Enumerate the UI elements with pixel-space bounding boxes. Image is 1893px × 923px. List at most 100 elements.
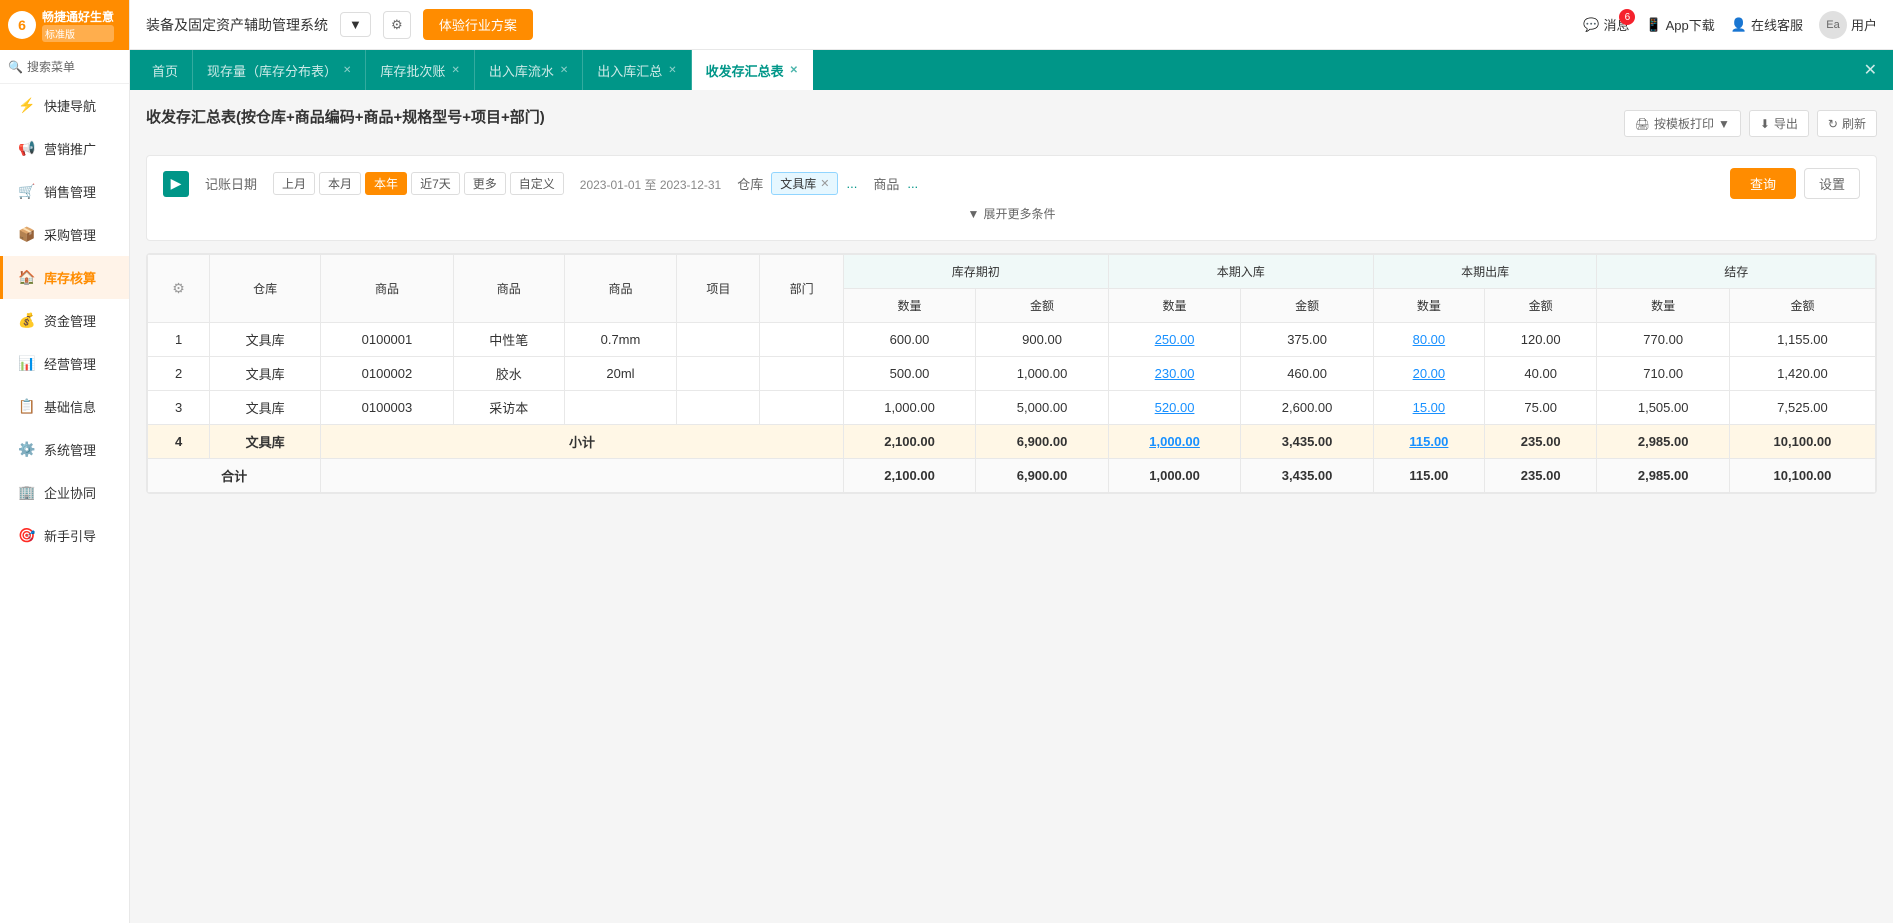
sidebar-item-newbie[interactable]: 🎯 新手引导	[0, 514, 129, 557]
sidebar-item-finance[interactable]: 💰 资金管理	[0, 299, 129, 342]
goods-more-btn[interactable]: ...	[907, 176, 918, 191]
row-goods-code: 0100002	[321, 357, 454, 391]
sidebar-item-label: 资金管理	[44, 311, 96, 330]
tab-inout-summary-close[interactable]: ✕	[668, 65, 676, 76]
subtotal-in-qty[interactable]: 1,000.00	[1108, 425, 1241, 459]
th-in-qty: 数量	[1108, 289, 1241, 323]
th-col-settings[interactable]: ⚙	[148, 255, 210, 323]
message-icon: 💬	[1583, 17, 1599, 33]
user-menu[interactable]: Ea 用户	[1819, 11, 1877, 39]
sidebar-item-operations[interactable]: 📊 经营管理	[0, 342, 129, 385]
row-opening-qty: 500.00	[843, 357, 976, 391]
subtotal-out-qty[interactable]: 115.00	[1373, 425, 1484, 459]
sidebar-item-label: 采购管理	[44, 225, 96, 244]
sidebar-item-system[interactable]: ⚙️ 系统管理	[0, 428, 129, 471]
total-closing-qty: 2,985.00	[1597, 459, 1730, 493]
in-qty-link[interactable]: 520.00	[1155, 400, 1195, 415]
th-goods-name: 商品	[453, 255, 564, 323]
in-qty-link[interactable]: 230.00	[1155, 366, 1195, 381]
export-btn[interactable]: ⬇ 导出	[1749, 110, 1809, 137]
tab-batch-label: 库存批次账	[380, 61, 445, 80]
sidebar-item-quick-nav[interactable]: ⚡ 快捷导航	[0, 84, 129, 127]
chevron-down-icon: ▼	[1718, 117, 1730, 131]
row-closing-amt: 1,155.00	[1729, 323, 1875, 357]
message-badge: 6	[1619, 9, 1635, 25]
logo-text: 畅捷通好生意 标准版	[42, 8, 114, 42]
system-dropdown[interactable]: ▼	[340, 12, 371, 37]
filter-settings-btn[interactable]: 设置	[1804, 168, 1860, 199]
subtotal-opening-amt: 6,900.00	[976, 425, 1109, 459]
date-btn-this-month[interactable]: 本月	[319, 172, 361, 195]
sidebar-item-purchase[interactable]: 📦 采购管理	[0, 213, 129, 256]
page-title: 收发存汇总表(按仓库+商品编码+商品+规格型号+项目+部门)	[146, 106, 545, 127]
row-out-qty[interactable]: 80.00	[1373, 323, 1484, 357]
date-btn-7days[interactable]: 近7天	[411, 172, 460, 195]
sales-icon: 🛒	[18, 183, 36, 201]
messages-btn[interactable]: 💬 消息 6	[1583, 15, 1629, 34]
tab-home[interactable]: 首页	[138, 50, 193, 90]
sidebar-item-label: 快捷导航	[44, 96, 96, 115]
date-btn-more[interactable]: 更多	[464, 172, 506, 195]
row-in-qty[interactable]: 250.00	[1108, 323, 1241, 357]
search-icon: 🔍	[8, 60, 23, 74]
search-menu-item[interactable]: 🔍 搜索菜单	[0, 50, 129, 84]
out-qty-link[interactable]: 80.00	[1413, 332, 1446, 347]
out-qty-link[interactable]: 20.00	[1413, 366, 1446, 381]
warehouse-filter: 仓库 文具库 ✕ ...	[737, 172, 857, 195]
row-dept	[760, 323, 843, 357]
print-btn[interactable]: 🖨 按模板打印 ▼	[1624, 110, 1741, 137]
row-in-qty[interactable]: 230.00	[1108, 357, 1241, 391]
user-label: 用户	[1851, 15, 1877, 34]
row-closing-amt: 1,420.00	[1729, 357, 1875, 391]
tab-batch-close[interactable]: ✕	[451, 65, 459, 76]
expand-more-btn[interactable]: ▼ 展开更多条件	[968, 205, 1056, 222]
date-btn-this-year[interactable]: 本年	[365, 172, 407, 195]
tab-inout-flow[interactable]: 出入库流水 ✕	[475, 50, 583, 90]
sidebar-item-inventory[interactable]: 🏠 库存核算	[0, 256, 129, 299]
row-out-qty[interactable]: 20.00	[1373, 357, 1484, 391]
goods-filter: 商品 ...	[873, 174, 918, 193]
tabbar-close-all[interactable]: ✕	[1856, 60, 1885, 80]
query-btn[interactable]: 查询	[1730, 168, 1796, 199]
subtotal-in-qty-link[interactable]: 1,000.00	[1149, 434, 1200, 449]
date-filter-label: 记账日期	[205, 174, 257, 193]
refresh-btn[interactable]: ↻ 刷新	[1817, 110, 1877, 137]
tab-recv-send-close[interactable]: ✕	[790, 65, 798, 76]
tab-batch[interactable]: 库存批次账 ✕	[366, 50, 474, 90]
sidebar-item-corp[interactable]: 🏢 企业协同	[0, 471, 129, 514]
subtotal-out-qty-link[interactable]: 115.00	[1409, 434, 1448, 449]
date-btn-custom[interactable]: 自定义	[510, 172, 564, 195]
row-in-qty[interactable]: 520.00	[1108, 391, 1241, 425]
tab-recv-send-label: 收发存汇总表	[706, 61, 784, 80]
out-qty-link[interactable]: 15.00	[1413, 400, 1446, 415]
warehouse-tag-remove[interactable]: ✕	[820, 177, 829, 190]
online-service-btn[interactable]: 👤 在线客服	[1731, 15, 1803, 34]
row-out-qty[interactable]: 15.00	[1373, 391, 1484, 425]
in-qty-link[interactable]: 250.00	[1155, 332, 1195, 347]
tab-stock-dist[interactable]: 现存量（库存分布表） ✕	[193, 50, 366, 90]
row-project	[677, 323, 760, 357]
settings-icon-btn[interactable]: ⚙	[383, 11, 411, 39]
table-row: 1 文具库 0100001 中性笔 0.7mm 600.00 900.00 25…	[148, 323, 1876, 357]
trial-btn[interactable]: 体验行业方案	[423, 9, 533, 40]
tab-stock-dist-close[interactable]: ✕	[343, 65, 351, 76]
filter-toggle-btn[interactable]: ▶	[163, 171, 189, 197]
tab-inout-summary[interactable]: 出入库汇总 ✕	[583, 50, 691, 90]
th-goods-spec: 商品	[564, 255, 676, 323]
app-label: App下载	[1666, 15, 1715, 34]
th-closing: 结存	[1597, 255, 1876, 289]
sidebar-item-marketing[interactable]: 📢 营销推广	[0, 127, 129, 170]
sidebar-item-basic[interactable]: 📋 基础信息	[0, 385, 129, 428]
subtotal-closing-amt: 10,100.00	[1729, 425, 1875, 459]
tab-recv-send[interactable]: 收发存汇总表 ✕	[692, 50, 813, 90]
finance-icon: 💰	[18, 312, 36, 330]
warehouse-more-btn[interactable]: ...	[846, 176, 857, 191]
date-btn-last-month[interactable]: 上月	[273, 172, 315, 195]
col-settings-icon[interactable]: ⚙	[172, 280, 185, 296]
sidebar-item-sales[interactable]: 🛒 销售管理	[0, 170, 129, 213]
row-no: 2	[148, 357, 210, 391]
app-download-btn[interactable]: 📱 App下载	[1645, 15, 1714, 34]
th-opening: 库存期初	[843, 255, 1108, 289]
table-total-row: 合计 2,100.00 6,900.00 1,000.00 3,435.00 1…	[148, 459, 1876, 493]
tab-inout-flow-close[interactable]: ✕	[560, 65, 568, 76]
